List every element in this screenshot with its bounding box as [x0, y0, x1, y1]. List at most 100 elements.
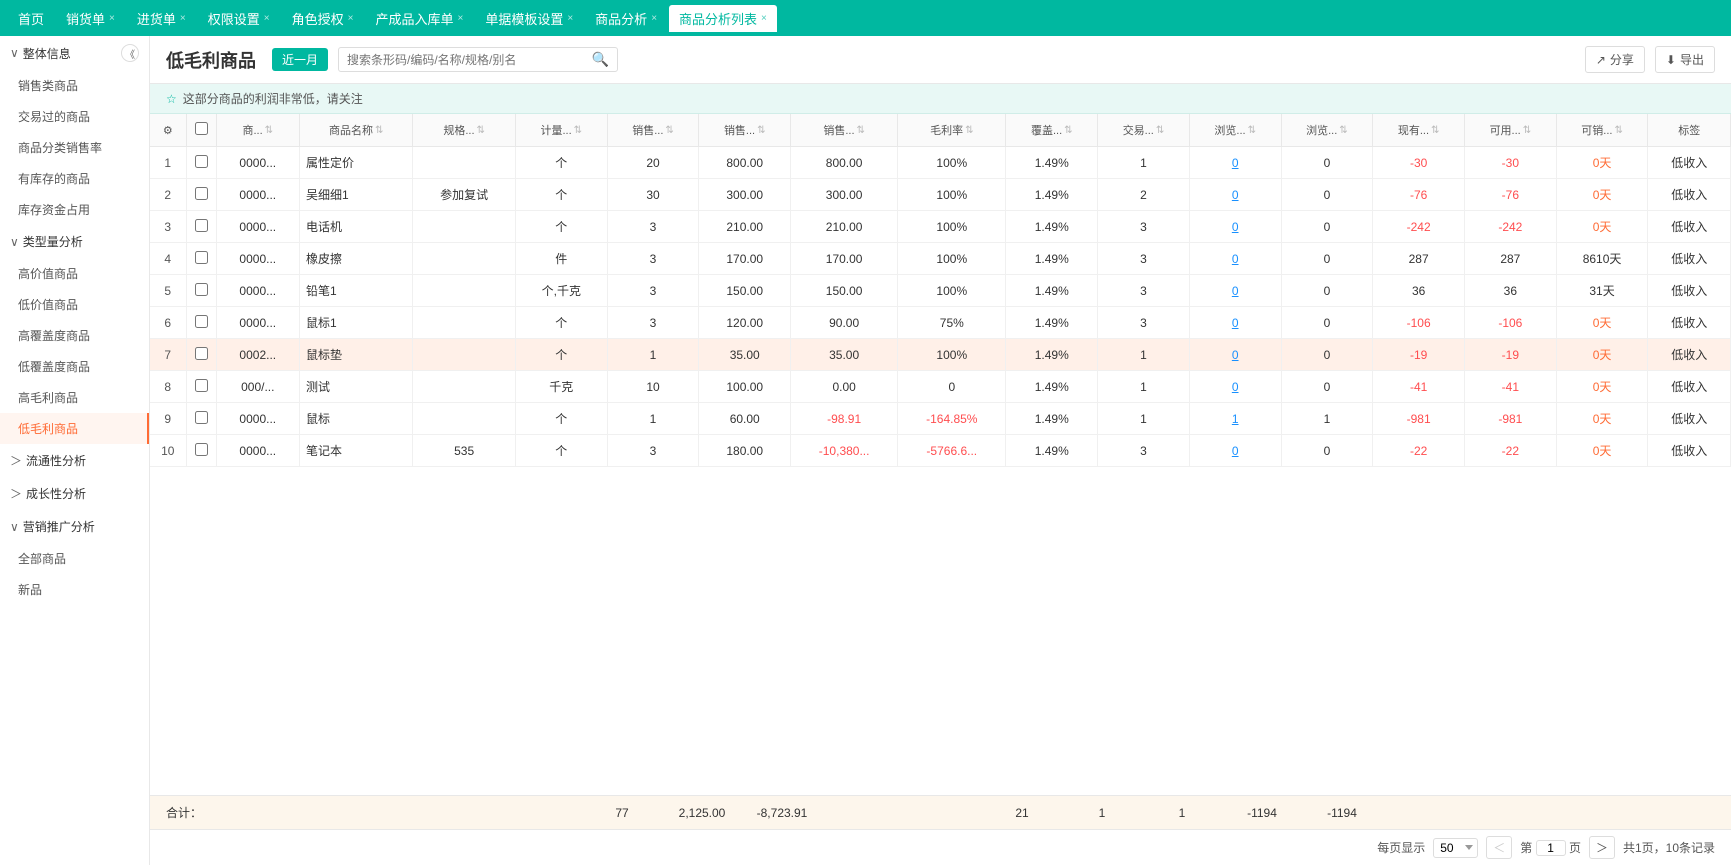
row-browse1[interactable]: 0: [1189, 339, 1281, 371]
row-browse1[interactable]: 0: [1189, 179, 1281, 211]
row-checkbox[interactable]: [186, 403, 216, 435]
row-transactions: 2: [1098, 179, 1190, 211]
nav-product-analysis-list[interactable]: 商品分析列表 ×: [669, 5, 777, 32]
col-sales1[interactable]: 销售...⇅: [607, 114, 699, 147]
row-checkbox[interactable]: [186, 339, 216, 371]
sidebar-item-sales-products[interactable]: 销售类商品: [0, 70, 149, 101]
sidebar-group-growth-title[interactable]: ＞ 成长性分析: [0, 477, 149, 510]
row-checkbox[interactable]: [186, 275, 216, 307]
close-icon[interactable]: ×: [348, 13, 354, 24]
close-icon[interactable]: ×: [457, 13, 463, 24]
sidebar-group-type-title[interactable]: ∨ 类型量分析: [0, 225, 149, 258]
close-icon[interactable]: ×: [264, 13, 270, 24]
sidebar-item-low-value[interactable]: 低价值商品: [0, 289, 149, 320]
col-browse2[interactable]: 浏览...⇅: [1281, 114, 1373, 147]
col-code[interactable]: 商...⇅: [216, 114, 300, 147]
total-cells: 77 2,125.00 -8,723.91 21 1 1 -1194 -1194: [226, 806, 1715, 820]
row-browse1[interactable]: 0: [1189, 147, 1281, 179]
row-browse1[interactable]: 1: [1189, 403, 1281, 435]
sidebar-item-all-products[interactable]: 全部商品: [0, 543, 149, 574]
page-number-input[interactable]: [1536, 840, 1566, 856]
sidebar-item-low-coverage[interactable]: 低覆盖度商品: [0, 351, 149, 382]
sidebar-item-new-products[interactable]: 新品: [0, 574, 149, 605]
row-checkbox[interactable]: [186, 307, 216, 339]
nav-product-entry[interactable]: 产成品入库单 ×: [365, 5, 473, 32]
nav-template-settings[interactable]: 单据模板设置 ×: [475, 5, 583, 32]
row-tag: 低收入: [1648, 403, 1731, 435]
col-transactions[interactable]: 交易...⇅: [1098, 114, 1190, 147]
collapse-button[interactable]: 《: [121, 44, 139, 62]
row-browse2: 0: [1281, 147, 1373, 179]
prev-page-button[interactable]: ＜: [1486, 836, 1512, 859]
close-icon[interactable]: ×: [109, 13, 115, 24]
col-gross-rate[interactable]: 毛利率⇅: [898, 114, 1006, 147]
nav-role-auth[interactable]: 角色授权 ×: [282, 5, 364, 32]
col-spec[interactable]: 规格...⇅: [413, 114, 516, 147]
sidebar-item-high-value[interactable]: 高价值商品: [0, 258, 149, 289]
sidebar-group-circulation-title[interactable]: ＞ 流通性分析: [0, 444, 149, 477]
col-sales2[interactable]: 销售...⇅: [699, 114, 791, 147]
row-browse1[interactable]: 0: [1189, 243, 1281, 275]
nav-permission-settings[interactable]: 权限设置 ×: [198, 5, 280, 32]
row-spec: [413, 211, 516, 243]
col-unit[interactable]: 计量...⇅: [515, 114, 607, 147]
sidebar-item-high-coverage[interactable]: 高覆盖度商品: [0, 320, 149, 351]
row-browse1[interactable]: 0: [1189, 275, 1281, 307]
col-browse1[interactable]: 浏览...⇅: [1189, 114, 1281, 147]
sidebar-group-marketing-title[interactable]: ∨ 营销推广分析: [0, 510, 149, 543]
next-page-button[interactable]: ＞: [1589, 836, 1615, 859]
col-stock[interactable]: 现有...⇅: [1373, 114, 1465, 147]
sort-icon: ⇅: [1064, 125, 1072, 136]
row-stock: -242: [1373, 211, 1465, 243]
close-icon[interactable]: ×: [761, 13, 767, 24]
col-sales3[interactable]: 销售...⇅: [791, 114, 898, 147]
close-icon[interactable]: ×: [180, 13, 186, 24]
row-checkbox[interactable]: [186, 435, 216, 467]
row-checkbox[interactable]: [186, 371, 216, 403]
settings-icon[interactable]: ⚙: [163, 125, 173, 137]
table-body: 1 0000... 属性定价 个 20 800.00 800.00 100% 1…: [150, 147, 1731, 467]
row-coverage: 1.49%: [1006, 243, 1098, 275]
select-all-checkbox[interactable]: [195, 122, 208, 135]
sidebar-item-traded-products[interactable]: 交易过的商品: [0, 101, 149, 132]
row-sales2: 35.00: [699, 339, 791, 371]
row-browse1[interactable]: 0: [1189, 371, 1281, 403]
checkbox-header[interactable]: [186, 114, 216, 147]
sidebar-item-category-sales-rate[interactable]: 商品分类销售率: [0, 132, 149, 163]
sidebar: ∨ 整体信息 《 销售类商品 交易过的商品 商品分类销售率 有库存的商品 库存资…: [0, 36, 150, 865]
row-checkbox[interactable]: [186, 147, 216, 179]
row-checkbox[interactable]: [186, 243, 216, 275]
sidebar-item-high-margin[interactable]: 高毛利商品: [0, 382, 149, 413]
sidebar-group-overall-title[interactable]: ∨ 整体信息 《: [0, 36, 149, 70]
row-checkbox[interactable]: [186, 179, 216, 211]
row-checkbox[interactable]: [186, 211, 216, 243]
col-sellable[interactable]: 可销...⇅: [1556, 114, 1648, 147]
row-tag: 低收入: [1648, 339, 1731, 371]
row-browse1[interactable]: 0: [1189, 211, 1281, 243]
search-box[interactable]: 🔍: [338, 47, 618, 72]
col-available[interactable]: 可用...⇅: [1464, 114, 1556, 147]
nav-sales-order[interactable]: 销货单 ×: [56, 5, 125, 32]
sidebar-item-inventory-capital[interactable]: 库存资金占用: [0, 194, 149, 225]
nav-home[interactable]: 首页: [8, 5, 54, 32]
col-name[interactable]: 商品名称⇅: [300, 114, 413, 147]
sidebar-item-stocked-products[interactable]: 有库存的商品: [0, 163, 149, 194]
row-browse1[interactable]: 0: [1189, 307, 1281, 339]
share-button[interactable]: ↗ 分享: [1585, 46, 1645, 73]
close-icon[interactable]: ×: [567, 13, 573, 24]
search-input[interactable]: [347, 53, 592, 67]
filter-recent-month-button[interactable]: 近一月: [272, 48, 328, 71]
table-row: 3 0000... 电话机 个 3 210.00 210.00 100% 1.4…: [150, 211, 1731, 243]
row-browse1[interactable]: 0: [1189, 435, 1281, 467]
row-name: 鼠标1: [300, 307, 413, 339]
nav-purchase-order[interactable]: 进货单 ×: [127, 5, 196, 32]
nav-product-analysis[interactable]: 商品分析 ×: [585, 5, 667, 32]
close-icon[interactable]: ×: [651, 13, 657, 24]
page-size-select[interactable]: 50 100 200: [1433, 838, 1478, 858]
col-coverage[interactable]: 覆盖...⇅: [1006, 114, 1098, 147]
search-icon: 🔍: [592, 51, 609, 68]
export-button[interactable]: ⬇ 导出: [1655, 46, 1715, 73]
settings-header[interactable]: ⚙: [150, 114, 186, 147]
sidebar-item-low-margin[interactable]: 低毛利商品: [0, 413, 149, 444]
notice-icon: ☆: [166, 92, 177, 106]
